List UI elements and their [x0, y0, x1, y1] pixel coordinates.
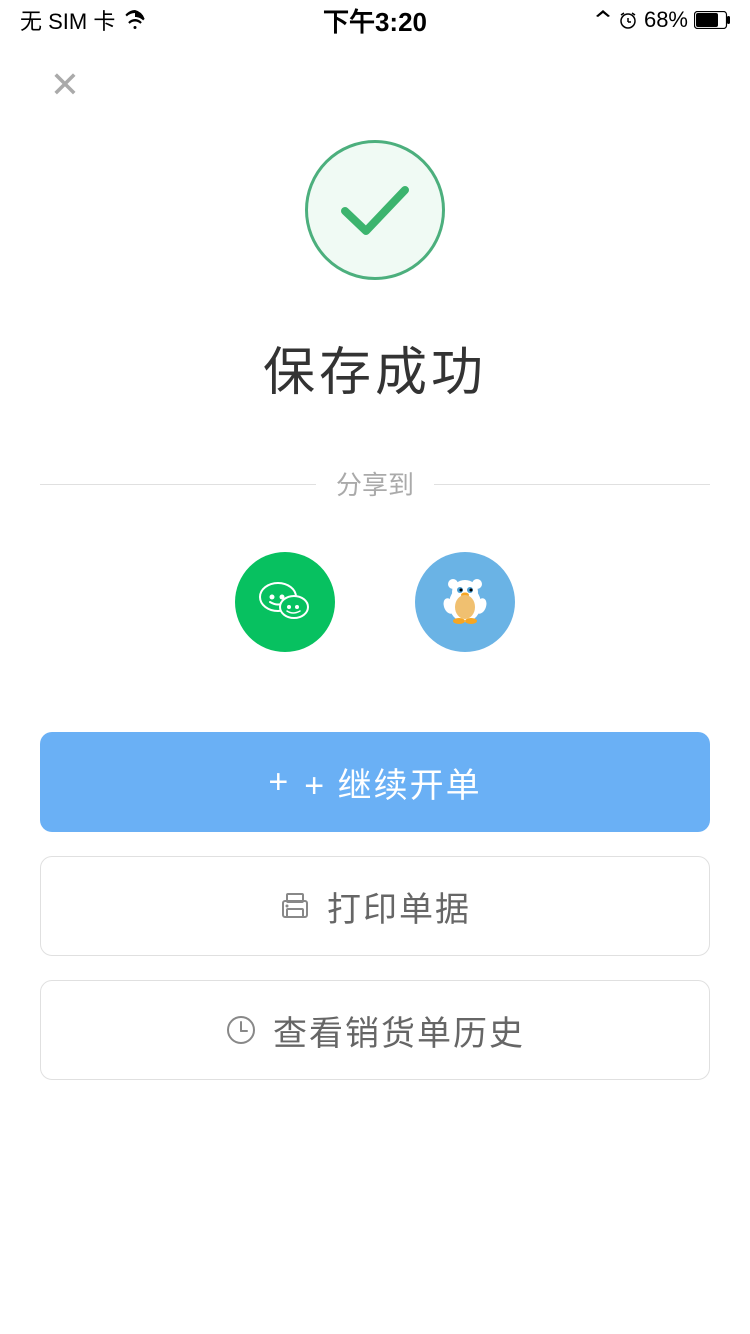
battery-text: 68% [644, 7, 688, 33]
status-left: 无 SIM 卡 [20, 4, 147, 36]
main-content: ✕ 保存成功 分享到 [0, 40, 750, 1120]
status-time: 下午3:20 [323, 2, 427, 39]
print-button[interactable]: 打印单据 [40, 856, 710, 956]
history-button[interactable]: 查看销货单历史 [40, 980, 710, 1080]
alarm-icon [618, 10, 638, 30]
share-label: 分享到 [316, 465, 434, 502]
no-sim-text: 无 SIM 卡 [20, 4, 115, 36]
printer-icon [279, 890, 311, 922]
wechat-icon [256, 577, 314, 627]
share-icons [235, 552, 515, 652]
battery-icon [694, 11, 730, 29]
print-label: 打印单据 [327, 882, 471, 931]
success-icon-container [305, 140, 445, 280]
checkmark-icon [340, 183, 410, 238]
plus-icon: + [268, 763, 288, 802]
close-icon: ✕ [50, 67, 80, 103]
wifi-icon [123, 10, 147, 30]
history-label: 查看销货单历史 [273, 1006, 525, 1055]
qq-share-button[interactable] [415, 552, 515, 652]
share-divider: 分享到 [40, 465, 710, 502]
location-icon [594, 10, 612, 30]
continue-label: + 继续开单 [304, 758, 481, 807]
clock-icon [225, 1014, 257, 1046]
status-right: 68% [594, 7, 730, 33]
action-buttons: + + 继续开单 打印单据 查看销货单历史 [40, 732, 710, 1080]
success-title: 保存成功 [263, 330, 487, 405]
status-bar: 无 SIM 卡 下午3:20 68% [0, 0, 750, 40]
close-button[interactable]: ✕ [40, 60, 90, 110]
qq-icon [437, 574, 493, 630]
continue-button[interactable]: + + 继续开单 [40, 732, 710, 832]
wechat-share-button[interactable] [235, 552, 335, 652]
